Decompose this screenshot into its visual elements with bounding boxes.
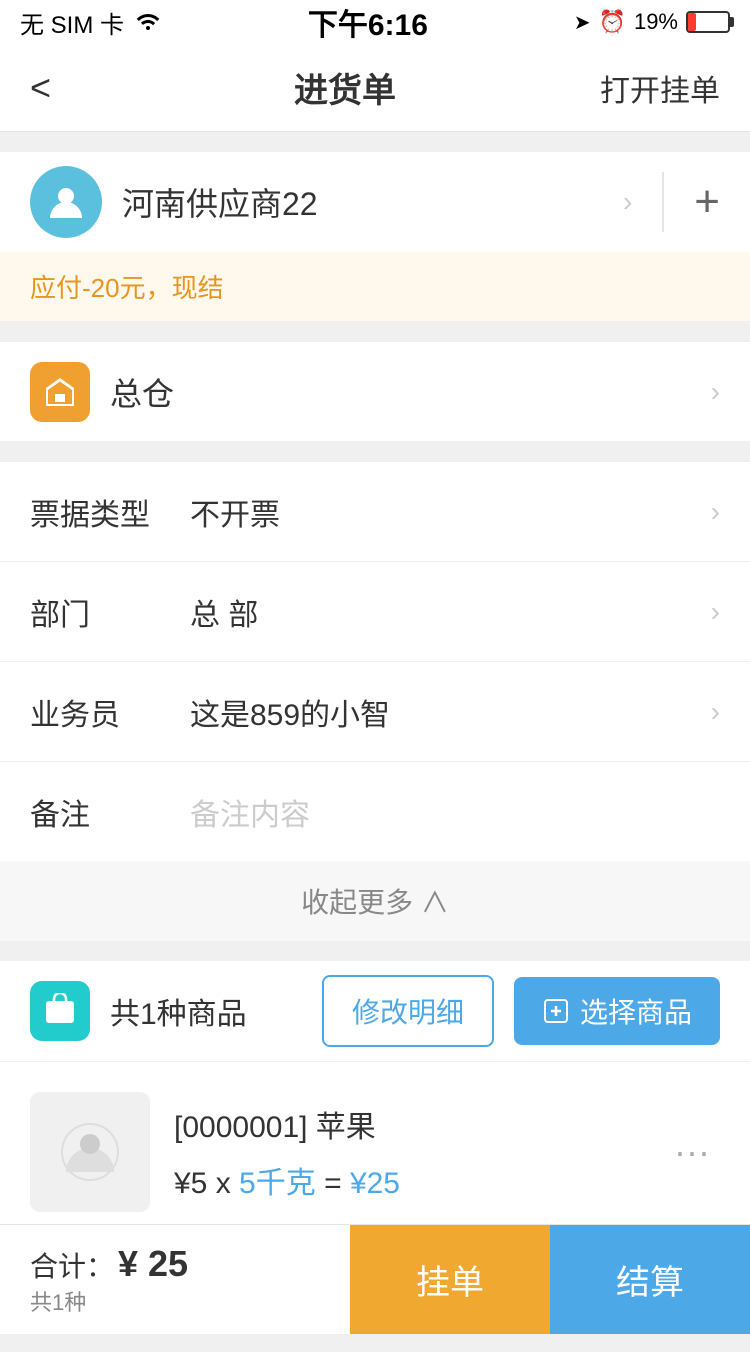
warehouse-row[interactable]: 总仓 › [0, 341, 750, 441]
product-count-label: 共1种商品 [110, 989, 302, 1033]
carrier-text: 无 SIM 卡 [20, 5, 124, 40]
dept-chevron-icon: › [711, 596, 720, 628]
product-section: 共1种商品 修改明细 选择商品 [0000001] 苹果 ¥5 x 5千克 = … [0, 961, 750, 1242]
product-info: [0000001] 苹果 ¥5 x 5千克 = ¥25 [174, 1102, 640, 1202]
supplier-section: 河南供应商22 › + 应付-20元，现结 [0, 152, 750, 321]
select-product-label: 选择商品 [580, 991, 692, 1031]
section-gap-3 [0, 441, 750, 461]
form-section: 票据类型 不开票 › 部门 总 部 › 业务员 这是859的小智 › 备注 备注… [0, 461, 750, 861]
supplier-name: 河南供应商22 [122, 179, 623, 225]
nav-bar: < 进货单 打开挂单 [0, 44, 750, 132]
collapse-more-label: 收起更多 ∧ [301, 881, 449, 921]
location-icon: ➤ [574, 10, 591, 35]
total-count: 共1种 [30, 1285, 320, 1317]
dept-value: 总 部 [170, 590, 701, 634]
section-gap-1 [0, 132, 750, 152]
product-header: 共1种商品 修改明细 选择商品 [0, 961, 750, 1061]
warehouse-chevron-icon: › [711, 376, 720, 408]
remark-row[interactable]: 备注 备注内容 [0, 761, 750, 861]
total-area: 合计： ¥ 25 共1种 [0, 1225, 350, 1334]
battery-percent: 19% [634, 9, 678, 35]
warehouse-icon [30, 362, 90, 422]
product-name: [0000001] 苹果 [174, 1102, 640, 1146]
dept-row[interactable]: 部门 总 部 › [0, 561, 750, 661]
invoice-value: 不开票 [170, 490, 701, 534]
product-item: [0000001] 苹果 ¥5 x 5千克 = ¥25 ··· [0, 1061, 750, 1242]
price-equals: = [316, 1167, 350, 1200]
sales-chevron-icon: › [711, 696, 720, 728]
sales-value: 这是859的小智 [170, 690, 701, 734]
remark-label: 备注 [30, 790, 170, 834]
supplier-avatar [30, 166, 102, 238]
wifi-icon [134, 8, 162, 37]
back-button[interactable]: < [30, 67, 90, 109]
modify-detail-button[interactable]: 修改明细 [322, 975, 494, 1047]
total-label: 合计： [30, 1245, 114, 1285]
product-more-button[interactable]: ··· [664, 1121, 720, 1183]
status-time: 下午6:16 [308, 0, 428, 44]
hang-button[interactable]: 挂单 [350, 1225, 550, 1334]
open-pending-button[interactable]: 打开挂单 [600, 66, 720, 110]
price-quantity: 5千克 [239, 1167, 316, 1200]
supplier-chevron-icon: › [623, 186, 632, 218]
product-thumbnail [30, 1092, 150, 1212]
checkout-button[interactable]: 结算 [550, 1225, 750, 1334]
sales-label: 业务员 [30, 690, 170, 734]
supplier-row[interactable]: 河南供应商22 › + [0, 152, 750, 252]
add-supplier-button[interactable]: + [694, 177, 720, 227]
sales-row[interactable]: 业务员 这是859的小智 › [0, 661, 750, 761]
supplier-divider [662, 172, 664, 232]
total-amount: ¥ 25 [118, 1243, 188, 1285]
warehouse-name: 总仓 [110, 369, 711, 415]
price-base: ¥5 x [174, 1167, 239, 1200]
battery-icon [686, 11, 730, 33]
collapse-more-button[interactable]: 收起更多 ∧ [0, 861, 750, 941]
status-left: 无 SIM 卡 [20, 5, 162, 40]
product-section-icon [30, 981, 90, 1041]
status-bar: 无 SIM 卡 下午6:16 ➤ ⏰ 19% [0, 0, 750, 44]
dept-label: 部门 [30, 590, 170, 634]
page-title: 进货单 [294, 63, 396, 112]
notice-text: 应付-20元，现结 [30, 273, 224, 303]
alarm-icon: ⏰ [599, 9, 626, 35]
notice-banner: 应付-20元，现结 [0, 252, 750, 321]
warehouse-section: 总仓 › [0, 341, 750, 441]
status-right: ➤ ⏰ 19% [574, 9, 730, 35]
remark-value: 备注内容 [170, 790, 720, 834]
invoice-label: 票据类型 [30, 490, 170, 534]
invoice-chevron-icon: › [711, 496, 720, 528]
invoice-row[interactable]: 票据类型 不开票 › [0, 461, 750, 561]
price-total: ¥25 [350, 1167, 400, 1200]
select-product-button[interactable]: 选择商品 [514, 977, 720, 1045]
section-gap-2 [0, 321, 750, 341]
bottom-bar: 合计： ¥ 25 共1种 挂单 结算 [0, 1224, 750, 1334]
product-price: ¥5 x 5千克 = ¥25 [174, 1158, 640, 1202]
